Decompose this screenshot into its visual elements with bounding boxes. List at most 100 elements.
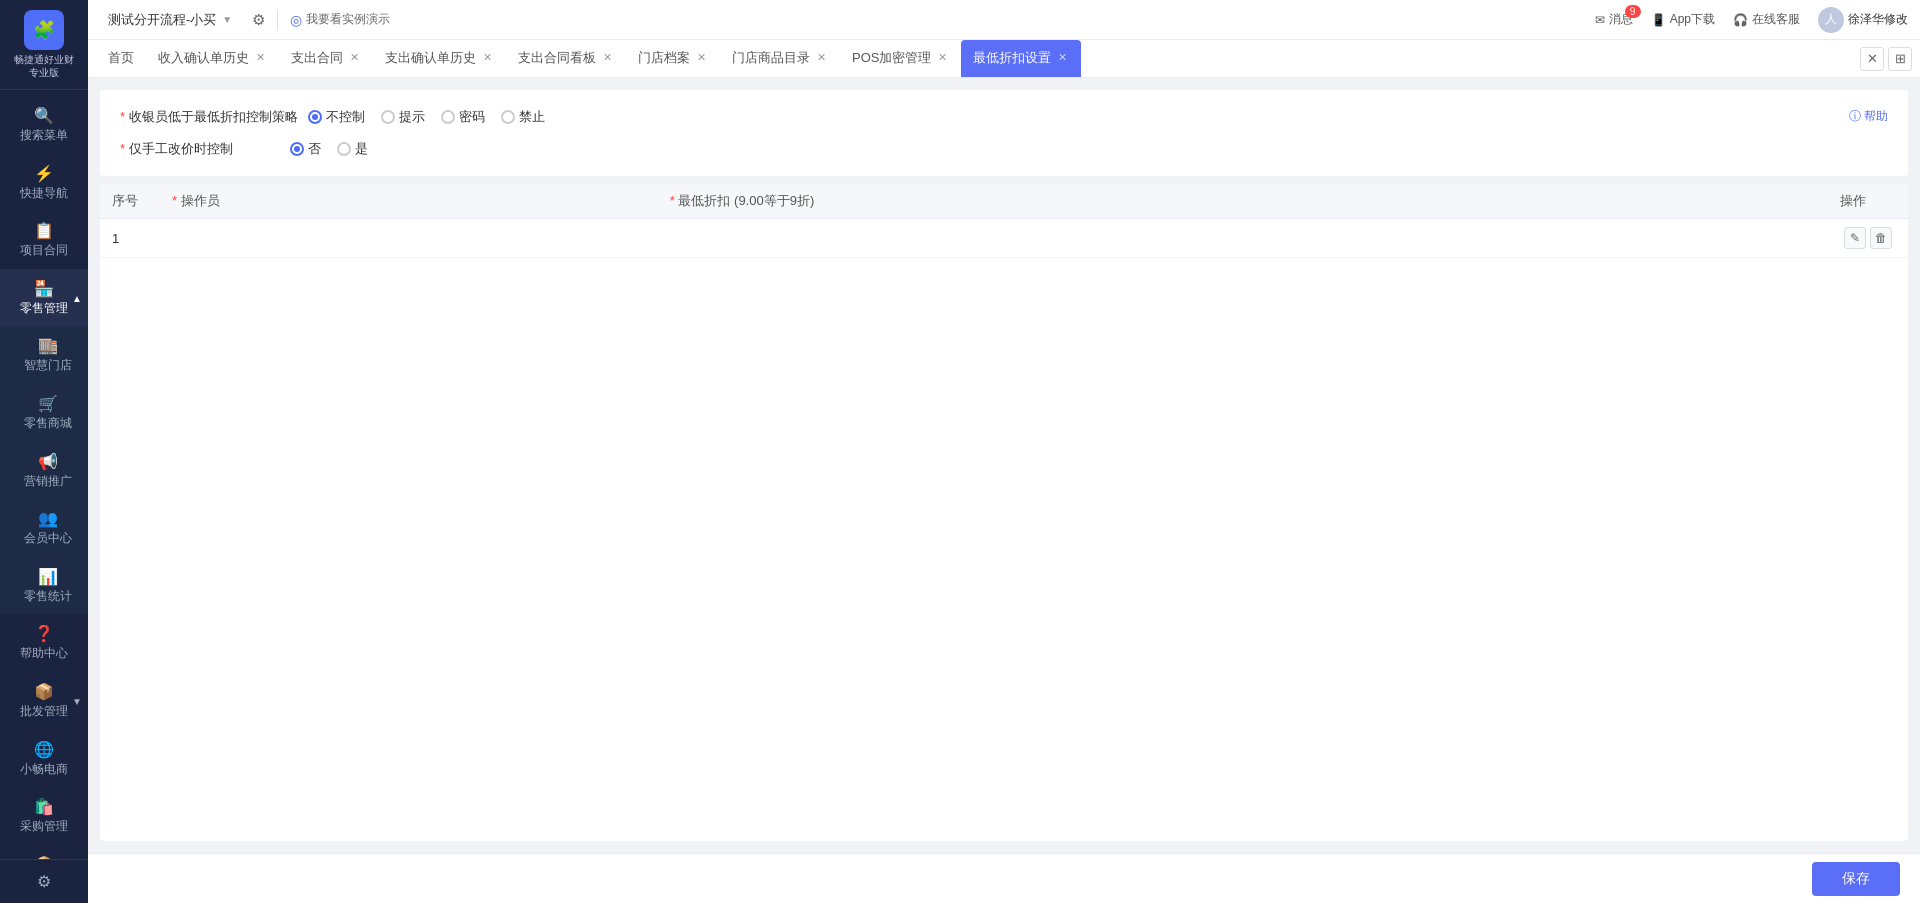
- radio-no-input[interactable]: [290, 142, 304, 156]
- action-btns: ✎ 🗑: [1840, 227, 1896, 249]
- table-card: 序号 操作员 最低折扣 (9.00等于9折) 操作 1: [100, 184, 1908, 841]
- tab-payment-contract-close-icon[interactable]: ✕: [348, 50, 361, 65]
- tab-payment-board[interactable]: 支出合同看板 ✕: [506, 40, 626, 77]
- bottom-bar: 保存: [88, 853, 1920, 903]
- tab-store-archive[interactable]: 门店档案 ✕: [626, 40, 720, 77]
- cell-action: ✎ 🗑: [1828, 219, 1908, 258]
- col-header-action: 操作: [1828, 184, 1908, 219]
- radio-no[interactable]: 否: [290, 140, 321, 158]
- radio-yes-input[interactable]: [337, 142, 351, 156]
- radio-tip[interactable]: 提示: [381, 108, 425, 126]
- tab-expand-btn[interactable]: ⊞: [1888, 47, 1912, 71]
- sidebar-item-smart-store[interactable]: 🏬 智慧门店: [0, 326, 88, 384]
- topbar-right: ✉ 消息 9 📱 App下载 🎧 在线客服 人 徐泽华修改: [1595, 7, 1908, 33]
- radio-yes[interactable]: 是: [337, 140, 368, 158]
- tab-payment-history[interactable]: 支出确认单历史 ✕: [373, 40, 506, 77]
- edit-row-btn[interactable]: ✎: [1844, 227, 1866, 249]
- project-nav-icon: 📋: [34, 221, 54, 240]
- form-label-control-strategy: 收银员低于最低折扣控制策略: [120, 108, 298, 126]
- topbar-project-arrow-icon: ▼: [222, 14, 232, 25]
- tab-payment-history-close-icon[interactable]: ✕: [481, 50, 494, 65]
- tab-store-catalog[interactable]: 门店商品目录 ✕: [720, 40, 840, 77]
- col-header-operator: 操作员: [160, 184, 658, 219]
- sidebar-item-inventory[interactable]: 📦 库存核算: [0, 845, 88, 859]
- tab-min-discount[interactable]: 最低折扣设置 ✕: [961, 40, 1081, 77]
- radio-group-manual-price: 否 是: [290, 140, 368, 158]
- sidebar-item-wholesale[interactable]: 📦 批发管理 ▼: [0, 672, 88, 730]
- sidebar-item-label: 小畅电商: [20, 762, 68, 778]
- tab-income-history-close-icon[interactable]: ✕: [254, 50, 267, 65]
- smart-store-nav-icon: 🏬: [38, 336, 58, 355]
- user-name: 徐泽华修改: [1848, 11, 1908, 28]
- topbar-user[interactable]: 人 徐泽华修改: [1818, 7, 1908, 33]
- topbar-project-selector[interactable]: 测试分开流程-小买 ▼: [100, 7, 240, 33]
- sidebar-item-marketing[interactable]: 📢 营销推广: [0, 442, 88, 500]
- sidebar-item-search[interactable]: 🔍 搜索菜单: [0, 96, 88, 154]
- help-nav-icon: ❓: [34, 624, 54, 643]
- tab-home-label: 首页: [108, 49, 134, 67]
- sidebar-item-purchase[interactable]: 🛍️ 采购管理: [0, 787, 88, 845]
- radio-ban-input[interactable]: [501, 110, 515, 124]
- tab-store-catalog-close-icon[interactable]: ✕: [815, 50, 828, 65]
- sidebar-item-help[interactable]: ❓ 帮助中心: [0, 614, 88, 672]
- radio-password-input[interactable]: [441, 110, 455, 124]
- radio-password[interactable]: 密码: [441, 108, 485, 126]
- topbar-demo-link[interactable]: ◎ 我要看实例演示: [290, 11, 390, 28]
- sidebar-item-retail-stats[interactable]: 📊 零售统计: [0, 557, 88, 615]
- help-label: 帮助: [1864, 108, 1888, 125]
- tab-payment-contract[interactable]: 支出合同 ✕: [279, 40, 373, 77]
- save-button[interactable]: 保存: [1812, 862, 1900, 896]
- radio-group-control-strategy: 不控制 提示 密码 禁止: [308, 108, 545, 126]
- tab-store-archive-close-icon[interactable]: ✕: [695, 50, 708, 65]
- help-link[interactable]: ⓘ 帮助: [1849, 108, 1888, 125]
- topbar-project-name: 测试分开流程-小买: [108, 11, 216, 29]
- sidebar-settings-icon[interactable]: ⚙: [37, 872, 51, 891]
- app-download-icon: 📱: [1651, 13, 1666, 27]
- radio-no-control-input[interactable]: [308, 110, 322, 124]
- topbar-message-btn[interactable]: ✉ 消息 9: [1595, 11, 1633, 28]
- delete-row-btn[interactable]: 🗑: [1870, 227, 1892, 249]
- topbar-demo-label: 我要看实例演示: [306, 11, 390, 28]
- tab-payment-board-close-icon[interactable]: ✕: [601, 50, 614, 65]
- topbar-settings-icon[interactable]: ⚙: [252, 11, 265, 29]
- delete-icon: 🗑: [1875, 231, 1887, 245]
- topbar-app-download-label: App下载: [1670, 11, 1715, 28]
- tab-close-all-icon: ✕: [1867, 51, 1878, 66]
- tab-pos-password-close-icon[interactable]: ✕: [936, 50, 949, 65]
- radio-no-control[interactable]: 不控制: [308, 108, 365, 126]
- tab-store-archive-label: 门店档案: [638, 49, 690, 67]
- wholesale-nav-icon: 📦: [34, 682, 54, 701]
- col-header-min-discount: 最低折扣 (9.00等于9折): [658, 184, 1828, 219]
- tab-close-all-btn[interactable]: ✕: [1860, 47, 1884, 71]
- message-badge: 9: [1625, 5, 1641, 18]
- message-icon: ✉: [1595, 13, 1605, 27]
- radio-password-label: 密码: [459, 108, 485, 126]
- cell-operator[interactable]: [160, 219, 658, 258]
- cell-min-discount[interactable]: [658, 219, 1828, 258]
- radio-tip-input[interactable]: [381, 110, 395, 124]
- sidebar-item-retail[interactable]: 🏪 零售管理 ▲: [0, 269, 88, 327]
- radio-ban[interactable]: 禁止: [501, 108, 545, 126]
- tab-income-history[interactable]: 收入确认单历史 ✕: [146, 40, 279, 77]
- table-header-row: 序号 操作员 最低折扣 (9.00等于9折) 操作: [100, 184, 1908, 219]
- topbar-app-download-btn[interactable]: 📱 App下载: [1651, 11, 1715, 28]
- tabbar-actions: ✕ ⊞: [1860, 40, 1912, 77]
- sidebar: 🧩 畅捷通好业财 专业版 🔍 搜索菜单 ⚡ 快捷导航 📋 项目合同 🏪 零售管理…: [0, 0, 88, 903]
- sidebar-logo: 🧩 畅捷通好业财 专业版: [0, 0, 88, 90]
- form-label-manual-price: 仅手工改价时控制: [120, 140, 280, 158]
- tab-pos-password[interactable]: POS加密管理 ✕: [840, 40, 961, 77]
- sidebar-item-label: 搜索菜单: [20, 128, 68, 144]
- sidebar-item-member[interactable]: 👥 会员中心: [0, 499, 88, 557]
- shortcut-nav-icon: ⚡: [34, 164, 54, 183]
- tab-min-discount-close-icon[interactable]: ✕: [1056, 50, 1069, 65]
- member-nav-icon: 👥: [38, 509, 58, 528]
- table-section: 序号 操作员 最低折扣 (9.00等于9折) 操作 1: [100, 184, 1908, 841]
- topbar-customer-service-btn[interactable]: 🎧 在线客服: [1733, 11, 1800, 28]
- tab-home[interactable]: 首页: [96, 40, 146, 77]
- sidebar-item-shortcut[interactable]: ⚡ 快捷导航: [0, 154, 88, 212]
- tab-store-catalog-label: 门店商品目录: [732, 49, 810, 67]
- sidebar-item-ecommerce[interactable]: 🌐 小畅电商: [0, 730, 88, 788]
- tab-income-history-label: 收入确认单历史: [158, 49, 249, 67]
- sidebar-item-project[interactable]: 📋 项目合同: [0, 211, 88, 269]
- sidebar-item-online-store[interactable]: 🛒 零售商城: [0, 384, 88, 442]
